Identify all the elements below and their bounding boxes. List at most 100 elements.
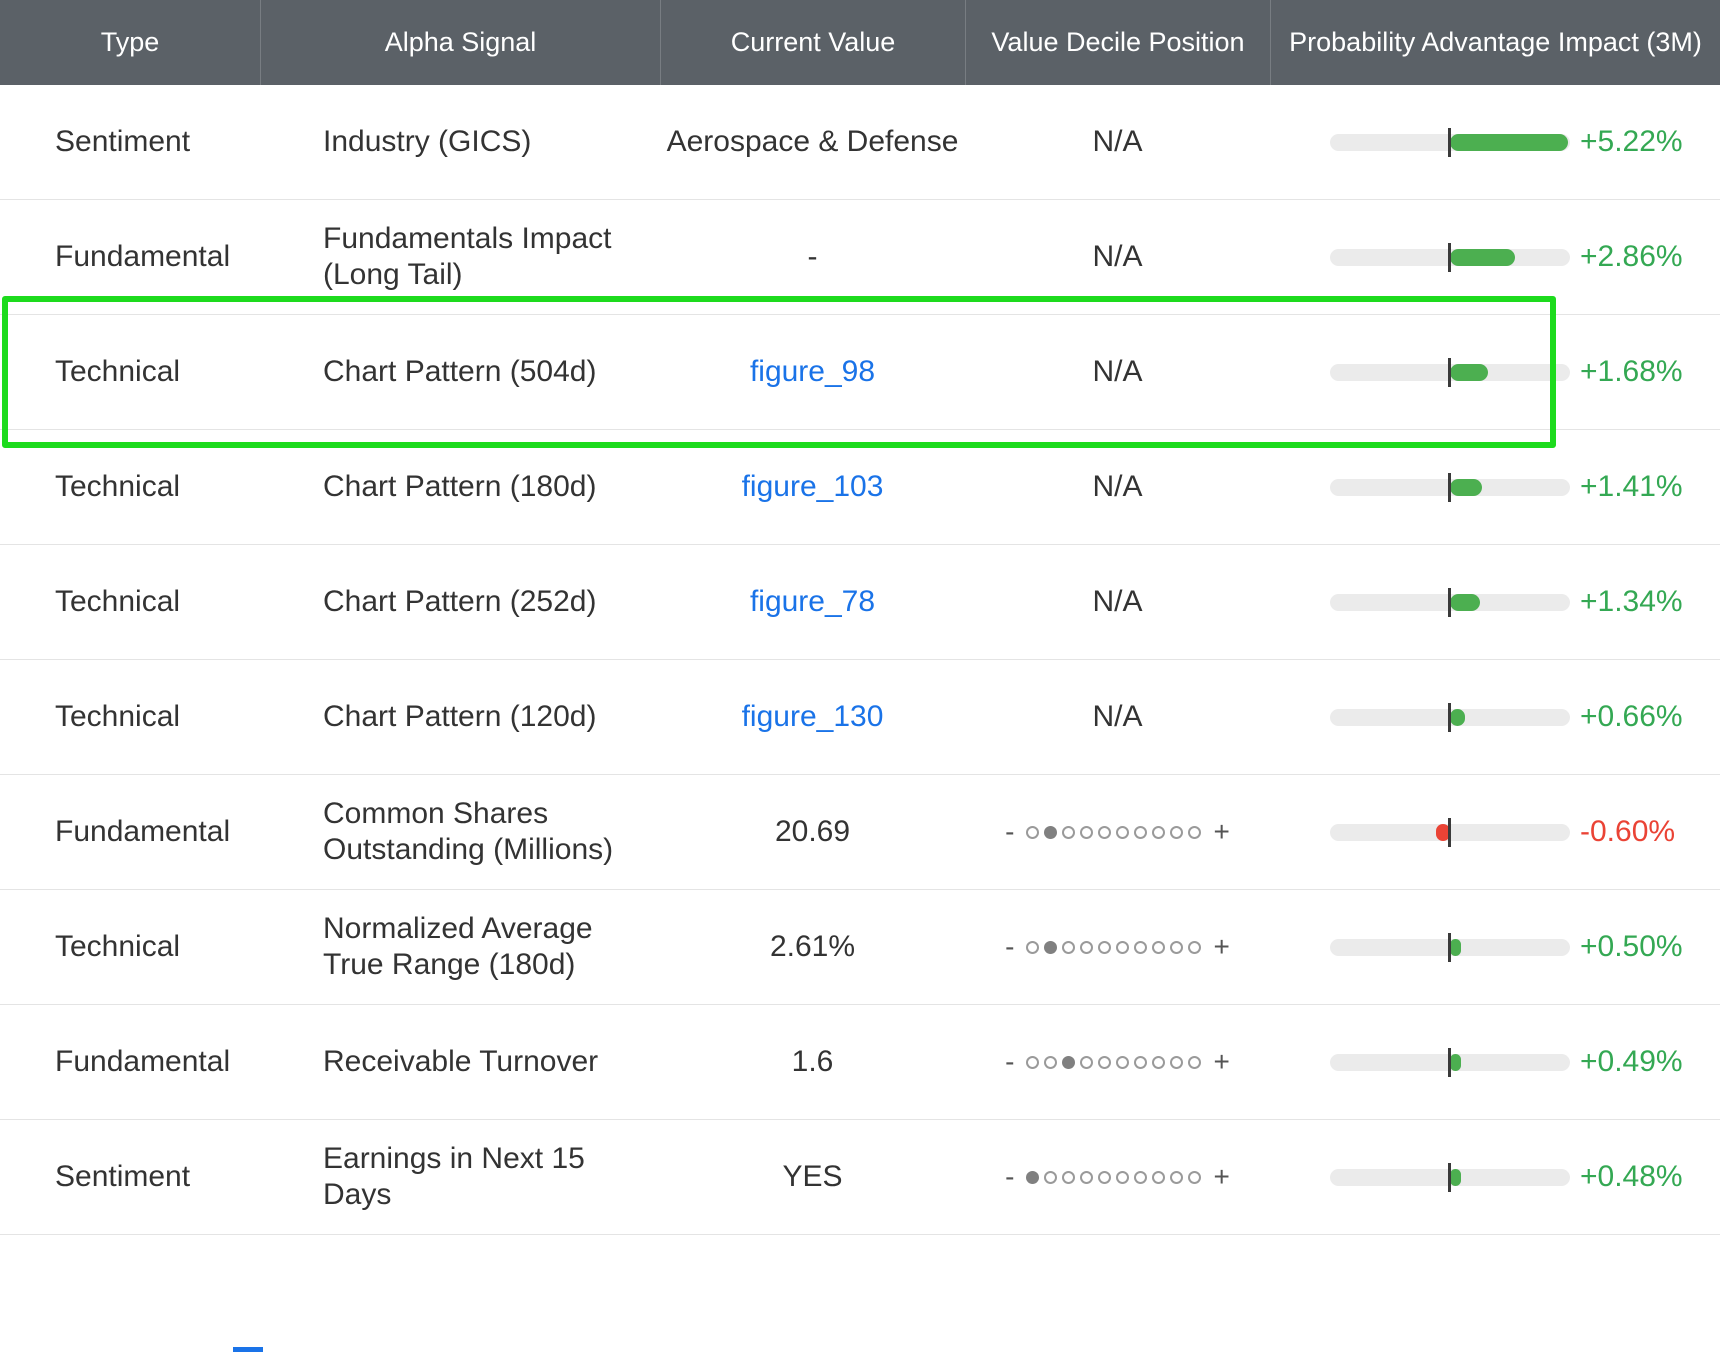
impact-cell: +0.50% (1270, 930, 1720, 964)
decile-dot (1098, 1171, 1111, 1184)
value-cell: 20.69 (660, 815, 965, 849)
decile-plus: + (1213, 818, 1229, 846)
impact-bar-fill (1450, 1054, 1461, 1071)
value-cell: Aerospace & Defense (660, 125, 965, 159)
signal-cell: Chart Pattern (504d) (260, 354, 660, 390)
decile-cell: -+ (965, 1163, 1270, 1191)
decile-dot (1080, 826, 1093, 839)
signal-cell: Common Shares Outstanding (Millions) (260, 796, 660, 868)
decile-dot (1062, 941, 1075, 954)
decile-minus: - (1005, 1163, 1014, 1191)
impact-center-tick (1448, 588, 1451, 617)
impact-bar-fill (1450, 134, 1568, 151)
decile-dot (1062, 1056, 1075, 1069)
decile-cell: -+ (965, 933, 1270, 961)
impact-value-label: +2.86% (1580, 240, 1683, 274)
figure-link[interactable]: figure_103 (660, 470, 965, 504)
value-cell: 2.61% (660, 930, 965, 964)
decile-dot (1170, 826, 1183, 839)
impact-value-label: +1.68% (1580, 355, 1683, 389)
impact-cell: -0.60% (1270, 815, 1720, 849)
impact-cell: +2.86% (1270, 240, 1720, 274)
impact-center-tick (1448, 358, 1451, 387)
decile-dot (1152, 826, 1165, 839)
impact-value-label: -0.60% (1580, 815, 1675, 849)
column-header-type: Type (0, 0, 260, 85)
decile-dot (1116, 941, 1129, 954)
type-cell: Technical (0, 470, 260, 504)
impact-cell: +1.68% (1270, 355, 1720, 389)
table-row: FundamentalCommon Shares Outstanding (Mi… (0, 775, 1720, 890)
type-cell: Technical (0, 930, 260, 964)
na-label: N/A (1092, 125, 1142, 159)
signal-cell: Chart Pattern (120d) (260, 699, 660, 735)
impact-value-label: +5.22% (1580, 125, 1683, 159)
table-row: TechnicalChart Pattern (120d)figure_130N… (0, 660, 1720, 775)
decile-dots (1026, 941, 1201, 954)
impact-bar-fill (1450, 249, 1515, 266)
decile-cell: N/A (965, 125, 1270, 159)
decile-dot (1098, 1056, 1111, 1069)
type-cell: Fundamental (0, 1045, 260, 1079)
column-header-alpha-signal: Alpha Signal (260, 0, 660, 85)
decile-cell: N/A (965, 240, 1270, 274)
impact-cell: +5.22% (1270, 125, 1720, 159)
signal-cell: Receivable Turnover (260, 1044, 660, 1080)
decile-dots (1026, 1056, 1201, 1069)
impact-center-tick (1448, 1048, 1451, 1077)
decile-dot (1080, 941, 1093, 954)
impact-value-label: +0.50% (1580, 930, 1683, 964)
value-cell: figure_103 (660, 470, 965, 504)
decile-dot (1134, 1056, 1147, 1069)
decile-dot (1188, 941, 1201, 954)
table-row: SentimentIndustry (GICS)Aerospace & Defe… (0, 85, 1720, 200)
na-label: N/A (1092, 585, 1142, 619)
impact-bar-track (1330, 939, 1570, 956)
impact-bar-track (1330, 479, 1570, 496)
impact-cell: +0.66% (1270, 700, 1720, 734)
decile-dot (1098, 826, 1111, 839)
table-row: FundamentalReceivable Turnover1.6-++0.49… (0, 1005, 1720, 1120)
decile-cell: N/A (965, 585, 1270, 619)
decile-plus: + (1213, 1048, 1229, 1076)
impact-bar-fill (1450, 939, 1461, 956)
decile-minus: - (1005, 1048, 1014, 1076)
decile-dot (1026, 941, 1039, 954)
type-cell: Sentiment (0, 1160, 260, 1194)
signal-cell: Fundamentals Impact (Long Tail) (260, 221, 660, 293)
impact-value-label: +0.49% (1580, 1045, 1683, 1079)
table-row: TechnicalChart Pattern (252d)figure_78 N/… (0, 545, 1720, 660)
impact-bar-fill (1450, 364, 1488, 381)
figure-link[interactable]: figure_130 (660, 700, 965, 734)
type-cell: Fundamental (0, 815, 260, 849)
signal-cell: Chart Pattern (252d) (260, 584, 660, 620)
impact-center-tick (1448, 818, 1451, 847)
impact-bar-track (1330, 134, 1570, 151)
type-cell: Technical (0, 585, 260, 619)
table-row: TechnicalChart Pattern (504d)figure_98N/… (0, 315, 1720, 430)
impact-center-tick (1448, 703, 1451, 732)
value-cell: - (660, 240, 965, 274)
impact-bar-fill (1450, 709, 1465, 726)
impact-bar-track (1330, 1169, 1570, 1186)
decile-dot (1116, 1171, 1129, 1184)
impact-center-tick (1448, 473, 1451, 502)
decile-dot (1062, 826, 1075, 839)
column-header-probability-advantage-impact: Probability Advantage Impact (3M) (1270, 0, 1720, 85)
impact-bar-track (1330, 1054, 1570, 1071)
figure-link[interactable]: figure_98 (660, 355, 965, 389)
impact-bar-fill (1450, 1169, 1461, 1186)
decile-dot (1188, 1171, 1201, 1184)
type-cell: Fundamental (0, 240, 260, 274)
decile-dot (1026, 1056, 1039, 1069)
decile-dot (1098, 941, 1111, 954)
impact-value-label: +1.41% (1580, 470, 1683, 504)
decile-dot (1170, 941, 1183, 954)
impact-center-tick (1448, 128, 1451, 157)
signal-cell: Earnings in Next 15 Days (260, 1141, 660, 1213)
decile-dot (1152, 941, 1165, 954)
decile-dot (1080, 1171, 1093, 1184)
figure-link[interactable]: figure_78 (660, 585, 965, 619)
decile-dot (1044, 1056, 1057, 1069)
decile-minus: - (1005, 818, 1014, 846)
